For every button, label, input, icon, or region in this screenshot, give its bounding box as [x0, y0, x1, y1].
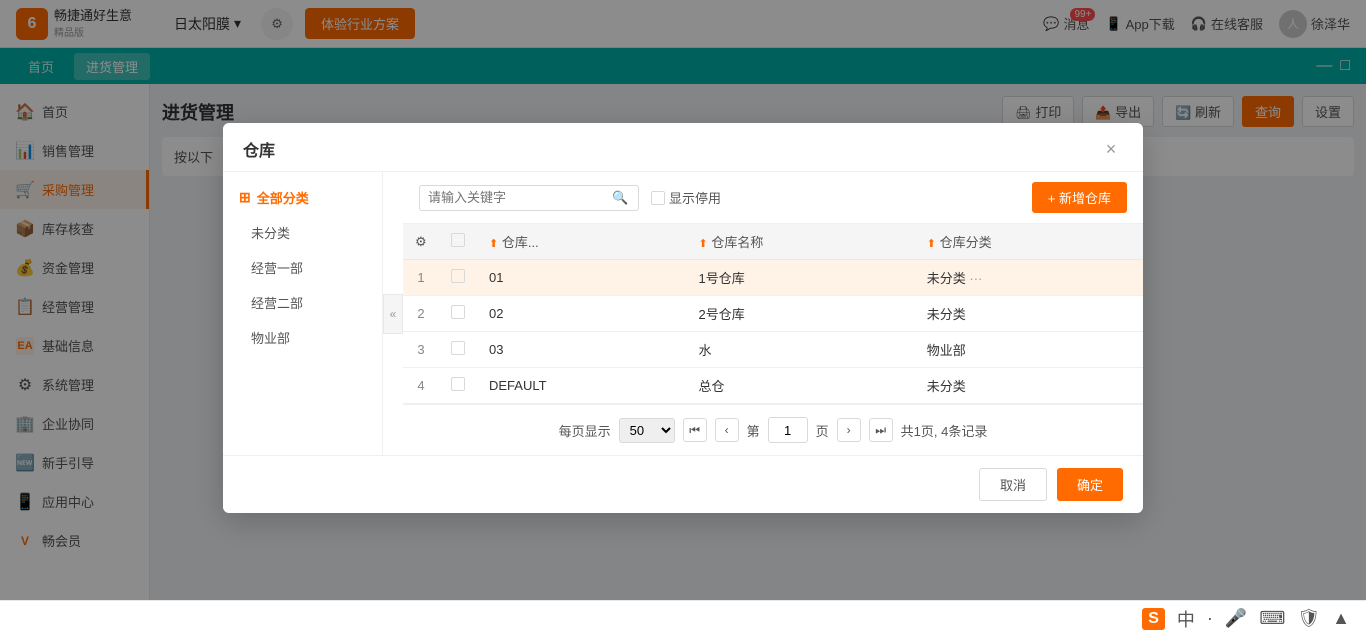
pagination: 每页显示 50 100 ⏮ ‹ 第 页 › ⏭ 共1页, 4条记录 — [403, 404, 1143, 455]
taskbar-keyboard-icon[interactable]: ⌨ — [1259, 608, 1285, 629]
dialog-toolbar: 🔍 显示停用 + 新增仓库 — [403, 172, 1143, 224]
row-code: 01 — [477, 260, 687, 296]
sidebar-collapse-button[interactable]: « — [383, 294, 403, 334]
show-disabled-checkbox[interactable] — [651, 191, 665, 205]
taskbar-mic-icon[interactable]: 🎤 — [1225, 608, 1247, 629]
row-name: 总仓 — [687, 368, 915, 404]
dialog-all-categories[interactable]: ⊞ 全部分类 — [223, 180, 382, 215]
table-row[interactable]: 1 01 1号仓库 未分类 ··· — [403, 260, 1143, 296]
page-input[interactable] — [768, 417, 808, 443]
row-checkbox[interactable] — [439, 332, 477, 368]
table-row[interactable]: 4 DEFAULT 总仓 未分类 — [403, 368, 1143, 404]
th-code[interactable]: ⬆ 仓库... — [477, 224, 687, 260]
cancel-button[interactable]: 取消 — [979, 468, 1047, 501]
row-code: 02 — [477, 296, 687, 332]
th-name[interactable]: ⬆ 仓库名称 — [687, 224, 915, 260]
grid-icon: ⊞ — [239, 189, 251, 206]
th-category[interactable]: ⬆ 仓库分类 — [915, 224, 1143, 260]
more-icon[interactable]: ··· — [969, 271, 982, 286]
per-page-select[interactable]: 50 100 — [619, 418, 675, 443]
confirm-button[interactable]: 确定 — [1057, 468, 1123, 501]
show-disabled-label[interactable]: 显示停用 — [651, 188, 721, 207]
next-page-button[interactable]: › — [837, 418, 861, 442]
row-checkbox[interactable] — [439, 368, 477, 404]
first-page-button[interactable]: ⏮ — [683, 418, 707, 442]
dialog-category-sidebar: ⊞ 全部分类 未分类 经营一部 经营二部 物业部 — [223, 172, 383, 455]
table-row[interactable]: 3 03 水 物业部 — [403, 332, 1143, 368]
row-checkbox[interactable] — [439, 296, 477, 332]
row-num: 3 — [403, 332, 439, 368]
dialog-main: 🔍 显示停用 + 新增仓库 ⚙ — [403, 172, 1143, 455]
dialog-cat-property[interactable]: 物业部 — [223, 320, 382, 355]
select-all-checkbox[interactable] — [451, 233, 465, 247]
taskbar-arrow-icon[interactable]: ▲ — [1332, 608, 1350, 629]
row-category: 未分类 — [915, 368, 1143, 404]
warehouse-table: ⚙ ⬆ 仓库... ⬆ 仓库名称 ⬆ 仓库分类 1 01 — [403, 224, 1143, 404]
th-check — [439, 224, 477, 260]
row-checkbox[interactable] — [439, 260, 477, 296]
row-num: 4 — [403, 368, 439, 404]
dialog-title: 仓库 — [243, 137, 275, 161]
add-warehouse-button[interactable]: + 新增仓库 — [1032, 182, 1127, 213]
taskbar-dot-icon[interactable]: · — [1207, 608, 1213, 629]
row-name: 2号仓库 — [687, 296, 915, 332]
dialog-footer: 取消 确定 — [223, 455, 1143, 513]
row-code: 03 — [477, 332, 687, 368]
row-category: 物业部 — [915, 332, 1143, 368]
settings-icon: ⚙ — [415, 234, 427, 249]
search-icon: 🔍 — [612, 190, 628, 206]
sort-icon: ⬆ — [489, 238, 498, 250]
dialog-close-button[interactable]: × — [1099, 137, 1123, 161]
last-page-button[interactable]: ⏭ — [869, 418, 893, 442]
warehouse-dialog: 仓库 × ⊞ 全部分类 未分类 经营一部 经营二部 物业部 « — [223, 123, 1143, 513]
bottom-taskbar: S 中 · 🎤 ⌨ 🛡 ▲ — [0, 600, 1366, 636]
sort-icon-cat: ⬆ — [927, 238, 936, 250]
dialog-cat-ops1[interactable]: 经营一部 — [223, 250, 382, 285]
prev-page-button[interactable]: ‹ — [715, 418, 739, 442]
th-settings: ⚙ — [403, 224, 439, 260]
row-category: 未分类 ··· — [915, 260, 1143, 296]
taskbar-shield-icon[interactable]: 🛡 — [1297, 608, 1320, 629]
table-row[interactable]: 2 02 2号仓库 未分类 — [403, 296, 1143, 332]
row-category: 未分类 — [915, 296, 1143, 332]
row-name: 1号仓库 — [687, 260, 915, 296]
table-header-row: ⚙ ⬆ 仓库... ⬆ 仓库名称 ⬆ 仓库分类 — [403, 224, 1143, 260]
search-input[interactable] — [428, 190, 608, 205]
row-num: 2 — [403, 296, 439, 332]
row-name: 水 — [687, 332, 915, 368]
dialog-body: ⊞ 全部分类 未分类 经营一部 经营二部 物业部 « 🔍 — [223, 172, 1143, 455]
row-num: 1 — [403, 260, 439, 296]
dialog-header: 仓库 × — [223, 123, 1143, 172]
search-box: 🔍 — [419, 185, 639, 211]
dialog-cat-unclassified[interactable]: 未分类 — [223, 215, 382, 250]
warehouse-table-wrap: ⚙ ⬆ 仓库... ⬆ 仓库名称 ⬆ 仓库分类 1 01 — [403, 224, 1143, 404]
row-code: DEFAULT — [477, 368, 687, 404]
dialog-cat-ops2[interactable]: 经营二部 — [223, 285, 382, 320]
modal-overlay[interactable]: 仓库 × ⊞ 全部分类 未分类 经营一部 经营二部 物业部 « — [0, 0, 1366, 636]
sort-icon-name: ⬆ — [699, 238, 708, 250]
s-logo: S — [1142, 608, 1165, 630]
taskbar-chinese-icon[interactable]: 中 — [1177, 606, 1195, 632]
